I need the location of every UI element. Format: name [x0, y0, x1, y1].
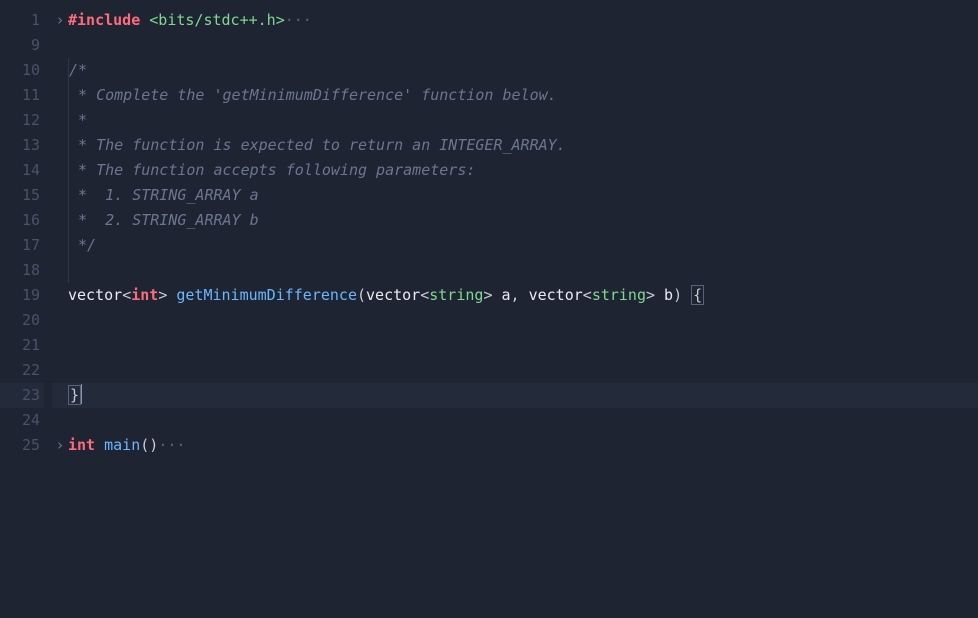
- line-number: 21: [0, 333, 44, 358]
- code-line[interactable]: * The function accepts following paramet…: [52, 158, 978, 183]
- bracket-match-highlight: {: [691, 285, 704, 305]
- fold-chevron-icon[interactable]: ›: [52, 8, 68, 33]
- text-cursor: [81, 384, 82, 404]
- line-number: 11: [0, 83, 44, 108]
- token-identifier: b: [655, 286, 673, 304]
- code-line[interactable]: * 1. STRING_ARRAY a: [52, 183, 978, 208]
- code-line[interactable]: * 2. STRING_ARRAY b: [52, 208, 978, 233]
- line-number: 18: [0, 258, 44, 283]
- line-number: 20: [0, 308, 44, 333]
- token-keyword: int: [68, 436, 95, 454]
- code-line[interactable]: *: [52, 108, 978, 133]
- token-type: vector: [366, 286, 420, 304]
- code-line[interactable]: * The function is expected to return an …: [52, 133, 978, 158]
- line-number: 17: [0, 233, 44, 258]
- token-preprocessor: #include: [68, 11, 140, 29]
- code-line[interactable]: [52, 258, 978, 283]
- token-comment: */: [69, 236, 96, 254]
- line-number: 12: [0, 108, 44, 133]
- token-comment: * 2. STRING_ARRAY b: [69, 211, 259, 229]
- token-comment: *: [69, 111, 87, 129]
- line-number: 10: [0, 58, 44, 83]
- code-line[interactable]: ›#include <bits/stdc++.h>···: [52, 8, 978, 33]
- token-comment: * Complete the 'getMinimumDifference' fu…: [69, 86, 557, 104]
- token-include-path: <bits/stdc++.h>: [149, 11, 284, 29]
- token-parens: (): [140, 436, 158, 454]
- token-comment: * The function accepts following paramet…: [69, 161, 475, 179]
- code-content[interactable]: ›#include <bits/stdc++.h>··· /* * Comple…: [52, 0, 978, 618]
- line-number-gutter: 1 9 10 11 12 13 14 15 16 17 18 19 20 21 …: [0, 0, 52, 618]
- line-number: 22: [0, 358, 44, 383]
- token-type: vector: [68, 286, 122, 304]
- token-function: getMinimumDifference: [176, 286, 357, 304]
- token-type: string: [592, 286, 646, 304]
- code-line[interactable]: vector<int> getMinimumDifference(vector<…: [52, 283, 978, 308]
- code-line[interactable]: /*: [52, 58, 978, 83]
- line-number: 13: [0, 133, 44, 158]
- code-line[interactable]: [52, 33, 978, 58]
- code-line[interactable]: * Complete the 'getMinimumDifference' fu…: [52, 83, 978, 108]
- fold-dots-icon[interactable]: ···: [285, 11, 312, 29]
- code-line[interactable]: */: [52, 233, 978, 258]
- code-editor[interactable]: 1 9 10 11 12 13 14 15 16 17 18 19 20 21 …: [0, 0, 978, 618]
- token-keyword: int: [131, 286, 158, 304]
- token-identifier: a: [492, 286, 510, 304]
- bracket-match-highlight: }: [68, 385, 81, 405]
- token-comment: * 1. STRING_ARRAY a: [69, 186, 259, 204]
- fold-chevron-icon[interactable]: ›: [52, 433, 68, 458]
- code-line[interactable]: [52, 408, 978, 433]
- code-line[interactable]: ›int main()···: [52, 433, 978, 458]
- token-comment: * The function is expected to return an …: [69, 136, 566, 154]
- token-type: string: [429, 286, 483, 304]
- token-function: main: [104, 436, 140, 454]
- line-number: 25: [0, 433, 44, 458]
- line-number: 9: [0, 33, 44, 58]
- line-number: 1: [0, 8, 44, 33]
- token-type: vector: [529, 286, 583, 304]
- token-comment: /*: [69, 61, 87, 79]
- code-line[interactable]: [52, 358, 978, 383]
- code-line[interactable]: [52, 308, 978, 333]
- line-number: 15: [0, 183, 44, 208]
- line-number: 14: [0, 158, 44, 183]
- line-number: 23: [0, 383, 44, 408]
- code-line-active[interactable]: }: [52, 383, 978, 408]
- line-number: 16: [0, 208, 44, 233]
- code-line[interactable]: [52, 333, 978, 358]
- fold-dots-icon[interactable]: ···: [158, 436, 185, 454]
- line-number: 24: [0, 408, 44, 433]
- line-number: 19: [0, 283, 44, 308]
